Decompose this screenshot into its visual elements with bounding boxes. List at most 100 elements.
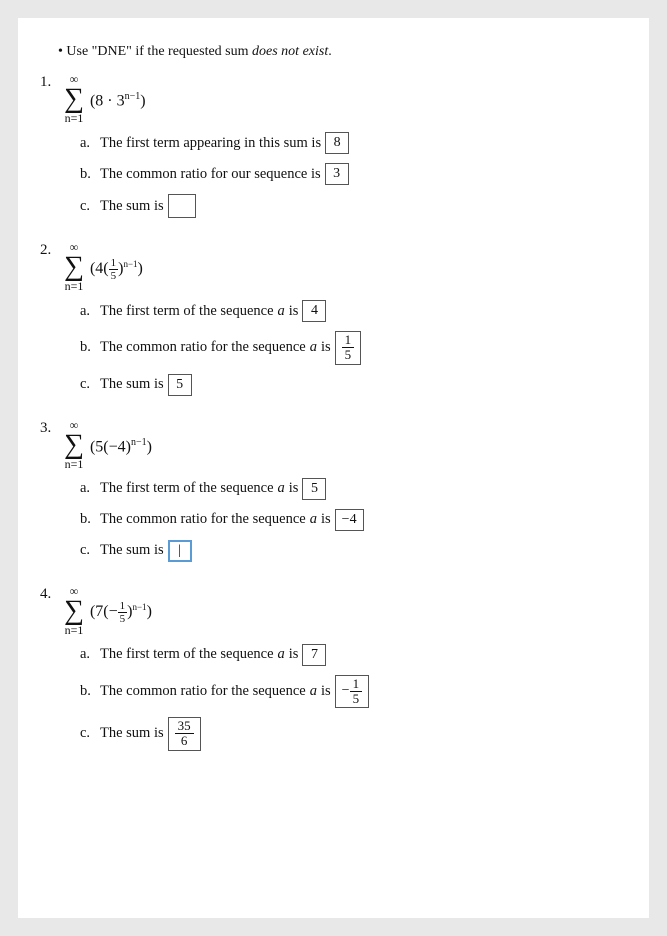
sub-item-2-2: b. The common ratio for the sequence a is…	[80, 331, 627, 365]
answer-box[interactable]: 7	[302, 644, 326, 666]
sub-item-label: a.	[80, 135, 94, 152]
fraction-value: 356	[175, 719, 194, 749]
sub-item-label: a.	[80, 480, 94, 497]
sub-item-text2: is	[289, 480, 299, 497]
sub-items-1: a. The first term appearing in this sum i…	[80, 132, 627, 218]
problem-number: 4.	[40, 586, 62, 603]
problem-1: 1.∞∑n=1 (8 · 3n−1) a. The first term appear…	[40, 72, 627, 218]
sigma-symbol-group: ∞∑n=1	[64, 584, 84, 638]
sub-item-text: The first term of the sequence	[100, 303, 274, 320]
sub-item-3-2: b. The common ratio for the sequence a is…	[80, 509, 627, 531]
bullet-text: • Use "DNE" if the requested sum does no…	[58, 44, 627, 60]
sub-item-label: c.	[80, 725, 94, 742]
sigma-symbol-group: ∞∑n=1	[64, 418, 84, 472]
sub-item-text: The common ratio for the sequence	[100, 683, 306, 700]
sigma-lower-limit: n=1	[65, 457, 84, 472]
sigma-notation: ∞∑n=1 (7(−15)n−1)	[62, 584, 152, 638]
answer-box[interactable]: 3	[325, 163, 349, 185]
sub-item-text: The common ratio for the sequence	[100, 339, 306, 356]
page-container: • Use "DNE" if the requested sum does no…	[18, 18, 649, 918]
sub-items-3: a.The first term of the sequence a is5b.…	[80, 478, 627, 562]
sub-item-label: c.	[80, 198, 94, 215]
problem-header-2: 2.∞∑n=1 (4(15)n−1)	[40, 240, 627, 294]
sigma-symbol-group: ∞∑n=1	[64, 240, 84, 294]
problems-container: 1.∞∑n=1(8 · 3n−1)a.The first term appear…	[40, 72, 627, 751]
sigma-symbol-group: ∞∑n=1	[64, 72, 84, 126]
italic-a: a	[310, 511, 317, 528]
italic-a: a	[278, 480, 285, 497]
problem-4: 4.∞∑n=1 (7(−15)n−1) a. The first term of th…	[40, 584, 627, 751]
sub-item-text: The sum is	[100, 542, 164, 559]
sub-item-label: b.	[80, 511, 94, 528]
problem-header-3: 3.∞∑n=1 (5(−4)n−1)	[40, 418, 627, 472]
answer-box[interactable]: −4	[335, 509, 364, 531]
answer-box[interactable]	[168, 194, 196, 218]
sub-item-text: The common ratio for our sequence is	[100, 166, 321, 183]
problem-number: 1.	[40, 74, 62, 91]
sigma-symbol: ∑	[64, 253, 84, 281]
sub-items-2: a.The first term of the sequence a is4b.…	[80, 300, 627, 396]
sigma-symbol: ∑	[64, 431, 84, 459]
problem-number: 2.	[40, 242, 62, 259]
sub-item-4-2: b. The common ratio for the sequence a is…	[80, 675, 627, 709]
sub-item-3-3: c. The sum is|	[80, 540, 627, 562]
answer-box[interactable]: −15	[335, 675, 369, 709]
answer-box[interactable]: 5	[302, 478, 326, 500]
problem-2: 2.∞∑n=1 (4(15)n−1) a. The first term of the…	[40, 240, 627, 396]
sub-item-text: The sum is	[100, 376, 164, 393]
sub-item-text2: is	[321, 683, 331, 700]
sub-item-text2: is	[289, 303, 299, 320]
sub-item-label: a.	[80, 303, 94, 320]
sigma-symbol: ∑	[64, 85, 84, 113]
answer-box[interactable]: 4	[302, 300, 326, 322]
sub-item-1-2: b. The common ratio for our sequence is3	[80, 163, 627, 185]
sub-item-1-1: a. The first term appearing in this sum i…	[80, 132, 627, 154]
sigma-notation: ∞∑n=1 (4(15)n−1)	[62, 240, 143, 294]
problem-header-4: 4.∞∑n=1 (7(−15)n−1)	[40, 584, 627, 638]
sub-item-text: The first term appearing in this sum is	[100, 135, 321, 152]
italic-a: a	[310, 339, 317, 356]
sub-item-label: c.	[80, 542, 94, 559]
sigma-term: (7(−15)n−1)	[90, 600, 152, 625]
sigma-lower-limit: n=1	[65, 623, 84, 638]
fraction-value: 15	[342, 333, 355, 363]
sub-item-text: The first term of the sequence	[100, 646, 274, 663]
sigma-notation: ∞∑n=1 (5(−4)n−1)	[62, 418, 152, 472]
answer-box[interactable]: 356	[168, 717, 201, 751]
sub-item-2-1: a. The first term of the sequence a is4	[80, 300, 627, 322]
sigma-symbol: ∑	[64, 597, 84, 625]
sub-item-2-3: c. The sum is5	[80, 374, 627, 396]
italic-a: a	[310, 683, 317, 700]
sigma-notation: ∞∑n=1 (8 · 3n−1)	[62, 72, 146, 126]
italic-a: a	[278, 303, 285, 320]
sub-item-text2: is	[321, 511, 331, 528]
sigma-lower-limit: n=1	[65, 111, 84, 126]
italic-a: a	[278, 646, 285, 663]
sub-item-label: b.	[80, 166, 94, 183]
problem-3: 3.∞∑n=1 (5(−4)n−1) a. The first term of the…	[40, 418, 627, 562]
sub-item-label: a.	[80, 646, 94, 663]
sub-item-label: c.	[80, 376, 94, 393]
sub-item-label: b.	[80, 339, 94, 356]
answer-box[interactable]: 8	[325, 132, 349, 154]
sigma-term: (4(15)n−1)	[90, 257, 143, 282]
sub-item-4-1: a. The first term of the sequence a is7	[80, 644, 627, 666]
answer-box[interactable]: 5	[168, 374, 192, 396]
answer-box[interactable]: |	[168, 540, 192, 562]
sub-items-4: a.The first term of the sequence a is7b.…	[80, 644, 627, 751]
answer-box[interactable]: 15	[335, 331, 362, 365]
sigma-lower-limit: n=1	[65, 279, 84, 294]
problem-number: 3.	[40, 420, 62, 437]
sub-item-text2: is	[289, 646, 299, 663]
sub-item-3-1: a. The first term of the sequence a is5	[80, 478, 627, 500]
sub-item-text: The first term of the sequence	[100, 480, 274, 497]
sub-item-text: The sum is	[100, 198, 164, 215]
sub-item-label: b.	[80, 683, 94, 700]
problem-header-1: 1.∞∑n=1 (8 · 3n−1)	[40, 72, 627, 126]
sub-item-4-3: c.The sum is356	[80, 717, 627, 751]
sigma-term: (8 · 3n−1)	[90, 91, 146, 110]
sub-item-1-3: c. The sum is	[80, 194, 627, 218]
sub-item-text: The common ratio for the sequence	[100, 511, 306, 528]
sigma-term: (5(−4)n−1)	[90, 437, 152, 456]
sub-item-text2: is	[321, 339, 331, 356]
